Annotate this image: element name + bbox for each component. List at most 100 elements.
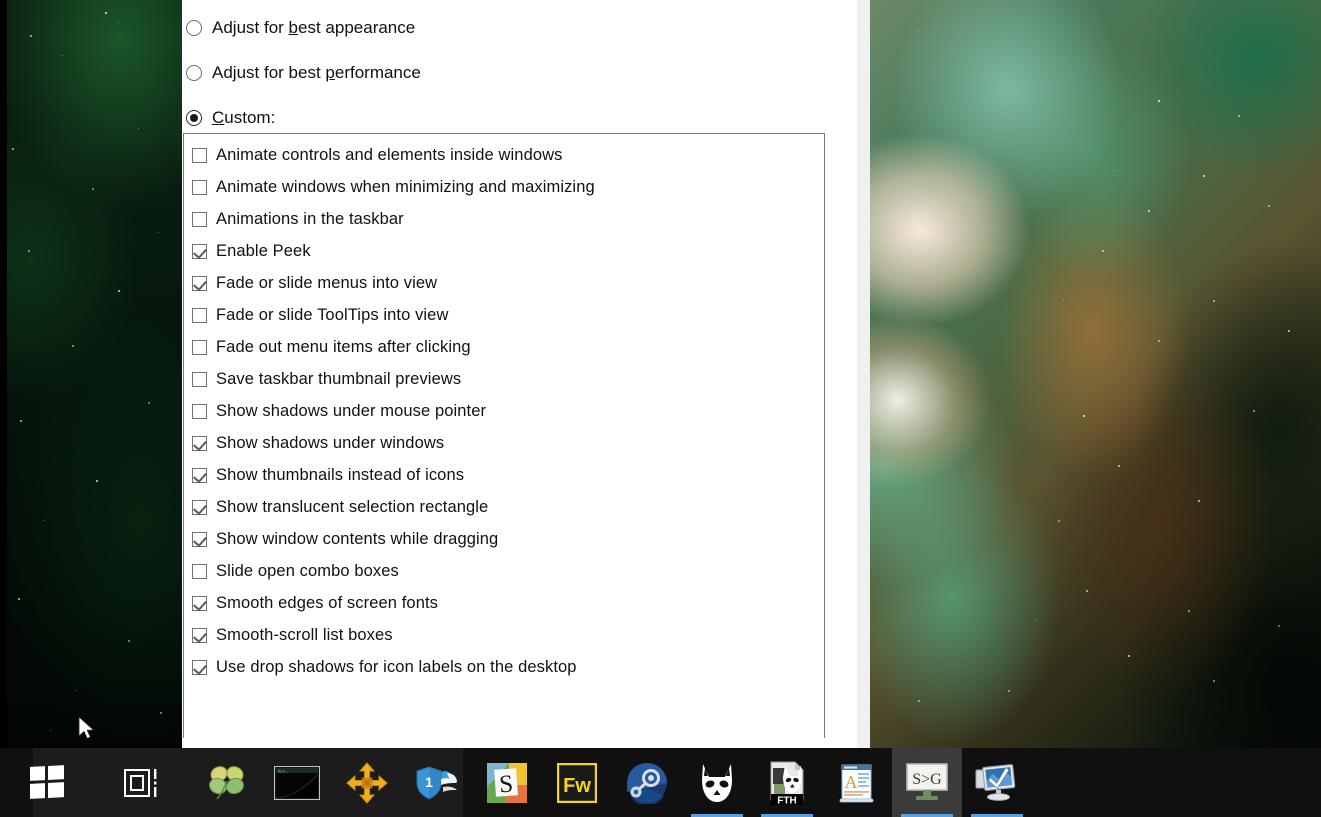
checkbox-unchecked-icon[interactable]	[192, 147, 207, 163]
blue-shield-badge-icon: 1	[416, 765, 457, 800]
checkbox-checked-icon[interactable]	[192, 243, 207, 259]
taskbar-fth-app[interactable]: FTH	[752, 748, 822, 817]
desktop[interactable]: Adjust for best appearance Adjust for be…	[0, 0, 1321, 817]
foobar2000-cat-icon	[702, 763, 732, 802]
visual-effect-label: Animate controls and elements inside win…	[216, 145, 563, 164]
visual-effect-label: Fade out menu items after clicking	[216, 337, 471, 356]
taskbar-sg-monitor-app[interactable]: S>G	[892, 748, 962, 817]
svg-text:FTH: FTH	[777, 795, 796, 806]
checkbox-checked-icon[interactable]	[192, 531, 207, 547]
checkbox-checked-icon[interactable]	[192, 435, 207, 451]
yellow-arrows-icon	[346, 761, 388, 804]
checkbox-unchecked-icon[interactable]	[192, 211, 207, 227]
checkbox-unchecked-icon[interactable]	[192, 371, 207, 387]
checkbox-checked-icon[interactable]	[192, 467, 207, 483]
taskbar-terminal-app[interactable]: BLA...	[262, 748, 332, 817]
svg-text:S: S	[498, 770, 514, 798]
svg-text:Fw: Fw	[563, 775, 591, 797]
fth-document-icon: FTH	[770, 761, 804, 806]
screen-edge-bar	[0, 0, 7, 748]
checkbox-checked-icon[interactable]	[192, 275, 207, 291]
visual-effect-row[interactable]: Fade out menu items after clicking	[184, 331, 824, 363]
radio-label-best-performance: Adjust for best performance	[212, 62, 421, 82]
checkbox-unchecked-icon[interactable]	[192, 563, 207, 579]
monitor-check-icon	[975, 763, 1016, 801]
task-view-icon	[124, 768, 157, 797]
visual-effect-row[interactable]: Show window contents while dragging	[184, 523, 824, 555]
wallpaper-left	[0, 0, 182, 748]
taskbar-clover-app[interactable]	[192, 748, 262, 817]
visual-effect-row[interactable]: Fade or slide menus into view	[184, 267, 824, 299]
visual-effect-label: Smooth edges of screen fonts	[216, 593, 439, 612]
visual-effect-label: Animate windows when minimizing and maxi…	[216, 177, 595, 196]
visual-effect-label: Slide open combo boxes	[216, 561, 399, 580]
svg-text:A: A	[845, 772, 858, 792]
visual-effect-row[interactable]: Smooth-scroll list boxes	[184, 619, 824, 651]
taskbar-monitor-check-app[interactable]	[962, 748, 1032, 817]
taskbar[interactable]: BLA... 1 S Fw FTH A S>G	[0, 748, 1321, 817]
taskbar-foobar-app[interactable]	[682, 748, 752, 817]
visual-effect-label: Show shadows under windows	[216, 433, 445, 452]
four-leaf-clover-icon	[209, 765, 244, 799]
black-window-icon: BLA...	[274, 765, 320, 800]
visual-effect-row[interactable]: Show shadows under mouse pointer	[184, 395, 824, 427]
dialog-outer-gutter	[857, 0, 870, 748]
sg-monitor-icon: S>G	[906, 762, 948, 800]
task-view-button[interactable]	[94, 748, 192, 817]
font-viewer-a-icon: A	[839, 764, 874, 802]
steam-icon	[627, 762, 667, 804]
taskbar-font-viewer-app[interactable]: A	[822, 748, 892, 817]
visual-effect-row[interactable]: Animations in the taskbar	[184, 203, 824, 235]
checkbox-unchecked-icon[interactable]	[192, 403, 207, 419]
radio-option-best-appearance[interactable]: Adjust for best appearance	[182, 5, 857, 50]
start-button[interactable]	[0, 748, 94, 817]
performance-options-dialog: Adjust for best appearance Adjust for be…	[182, 0, 870, 748]
visual-effect-row[interactable]: Fade or slide ToolTips into view	[184, 299, 824, 331]
radio-icon-best-appearance[interactable]	[186, 19, 202, 36]
visual-effect-label: Enable Peek	[216, 241, 311, 260]
checkbox-unchecked-icon[interactable]	[192, 307, 207, 323]
checkbox-checked-icon[interactable]	[192, 659, 207, 675]
visual-effect-row[interactable]: Slide open combo boxes	[184, 555, 824, 587]
visual-effect-row[interactable]: Use drop shadows for icon labels on the …	[184, 651, 824, 683]
visual-effect-row[interactable]: Smooth edges of screen fonts	[184, 587, 824, 619]
checkbox-unchecked-icon[interactable]	[192, 179, 207, 195]
visual-effect-row[interactable]: Show thumbnails instead of icons	[184, 459, 824, 491]
shield-badge-count: 1	[425, 774, 433, 790]
radio-label-best-appearance: Adjust for best appearance	[212, 17, 416, 37]
visual-effect-label: Show translucent selection rectangle	[216, 497, 489, 516]
visual-effect-label: Smooth-scroll list boxes	[216, 625, 393, 644]
letter-s-tile-icon: S	[487, 762, 527, 803]
visual-effect-row[interactable]: Show translucent selection rectangle	[184, 491, 824, 523]
checkbox-checked-icon[interactable]	[192, 595, 207, 611]
radio-option-best-performance[interactable]: Adjust for best performance	[182, 50, 857, 95]
visual-effect-row[interactable]: Animate controls and elements inside win…	[184, 139, 824, 171]
mouse-cursor-icon	[78, 716, 95, 740]
wallpaper-right	[858, 0, 1321, 748]
visual-effects-listbox[interactable]: Animate controls and elements inside win…	[183, 133, 825, 738]
checkbox-checked-icon[interactable]	[192, 499, 207, 515]
svg-text:S>G: S>G	[912, 771, 942, 788]
visual-effect-label: Show window contents while dragging	[216, 529, 499, 548]
checkbox-checked-icon[interactable]	[192, 627, 207, 643]
radio-icon-custom[interactable]	[186, 109, 202, 126]
visual-effect-row[interactable]: Show shadows under windows	[184, 427, 824, 459]
windows-logo-icon	[30, 765, 64, 800]
checkbox-unchecked-icon[interactable]	[192, 339, 207, 355]
taskbar-fireworks-app[interactable]: Fw	[542, 748, 612, 817]
radio-icon-best-performance[interactable]	[186, 64, 202, 81]
taskbar-steam-app[interactable]	[612, 748, 682, 817]
visual-effect-label: Fade or slide ToolTips into view	[216, 305, 449, 324]
adobe-fireworks-icon: Fw	[557, 762, 597, 803]
visual-effect-label: Animations in the taskbar	[216, 209, 404, 228]
visual-effect-row[interactable]: Save taskbar thumbnail previews	[184, 363, 824, 395]
taskbar-vmware-app[interactable]	[332, 748, 402, 817]
star-field-right	[858, 0, 1321, 748]
svg-text:BLA...: BLA...	[278, 769, 288, 773]
visual-effect-row[interactable]: Enable Peek	[184, 235, 824, 267]
visual-effect-label: Fade or slide menus into view	[216, 273, 438, 292]
visual-effect-label: Save taskbar thumbnail previews	[216, 369, 462, 388]
taskbar-shield-app[interactable]: 1	[402, 748, 472, 817]
taskbar-s-app[interactable]: S	[472, 748, 542, 817]
visual-effect-row[interactable]: Animate windows when minimizing and maxi…	[184, 171, 824, 203]
